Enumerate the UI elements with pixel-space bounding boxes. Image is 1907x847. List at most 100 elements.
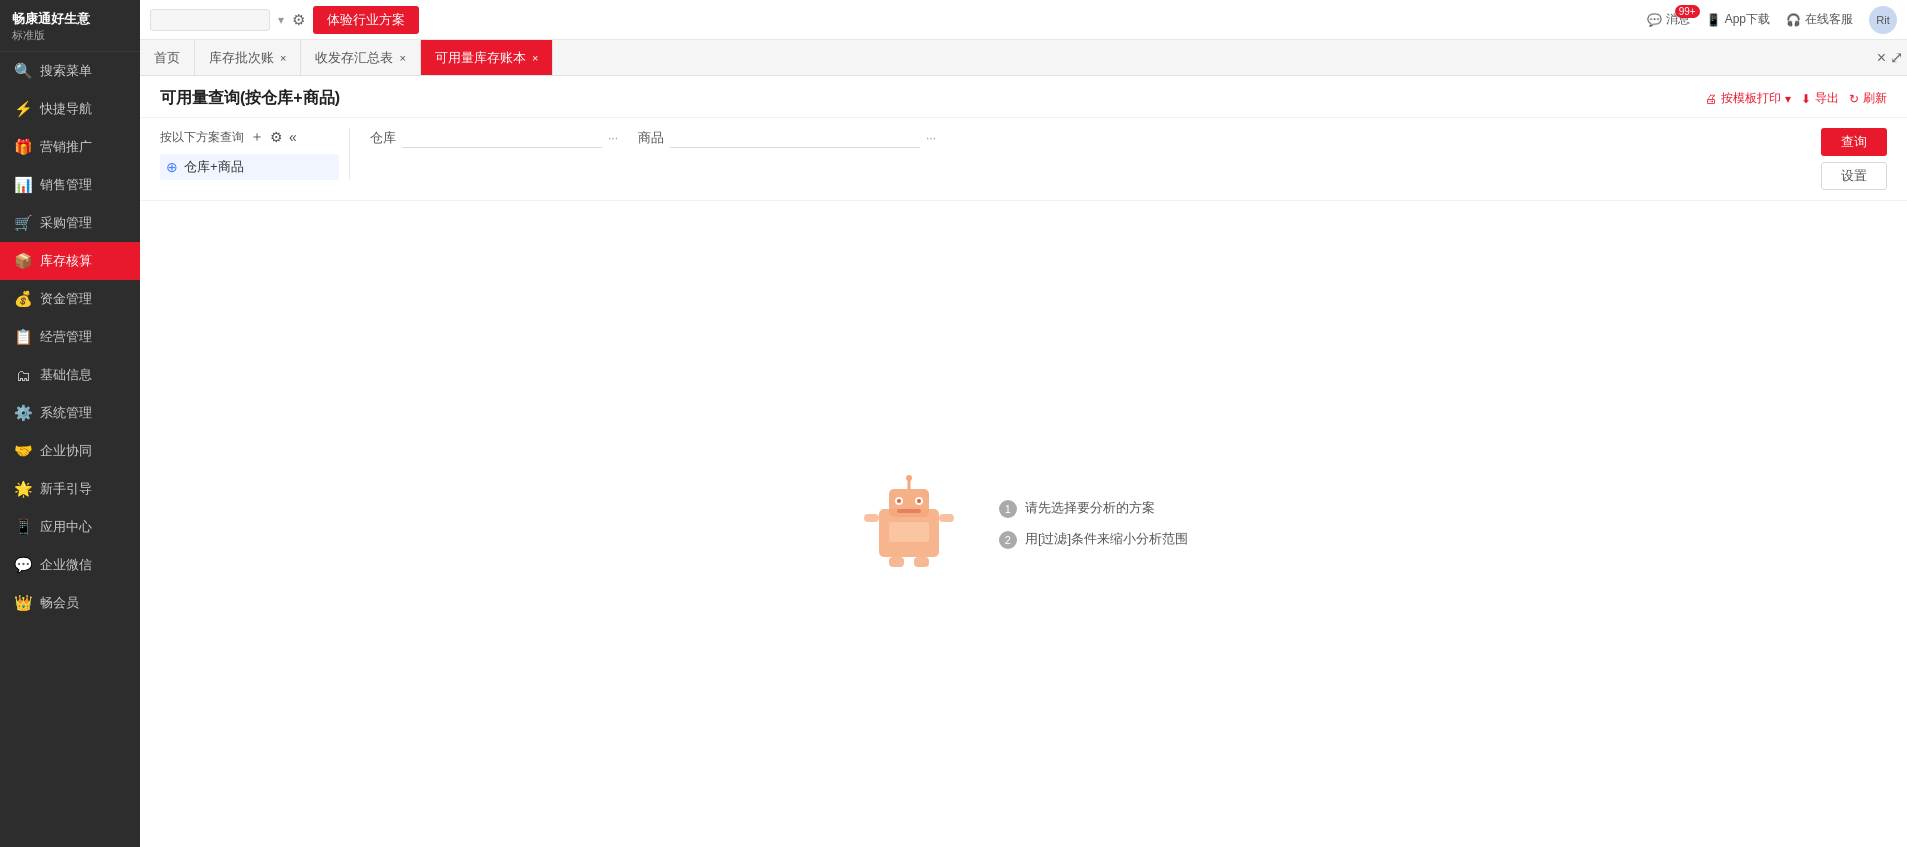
sidebar-item-search[interactable]: 🔍搜索菜单 (0, 52, 140, 90)
sidebar-label-appcenter: 应用中心 (40, 518, 92, 536)
warehouse-field: 仓库 ··· (370, 128, 618, 148)
user-avatar-area[interactable]: Rit (1869, 6, 1897, 34)
tabbar-actions: × ⤢ (1877, 40, 1907, 75)
print-chevron-icon: ▾ (1785, 92, 1791, 106)
sidebar-label-wechat: 企业微信 (40, 556, 92, 574)
tab-available-close[interactable]: × (532, 52, 538, 64)
filter-settings-btn[interactable]: 设置 (1821, 162, 1887, 190)
sidebar-item-newbie[interactable]: 🌟新手引导 (0, 470, 140, 508)
collapse-scheme-icon[interactable]: « (289, 129, 297, 145)
sidebar-icon-inventory: 📦 (14, 252, 32, 270)
topbar-chevron-icon[interactable]: ▾ (278, 13, 284, 27)
product-label: 商品 (638, 129, 664, 147)
sidebar-icon-quicknav: ⚡ (14, 100, 32, 118)
avatar: Rit (1869, 6, 1897, 34)
sidebar-item-marketing[interactable]: 🎁 营销推广 (0, 128, 140, 166)
tip-num-2: 2 (999, 531, 1017, 549)
sidebar-label-enterprise: 企业协同 (40, 442, 92, 460)
sidebar-item-wechat[interactable]: 💬企业微信 (0, 546, 140, 584)
message-badge: 99+ (1675, 5, 1700, 18)
sidebar-label-search: 搜索菜单 (40, 62, 92, 80)
scheme-header-label: 按以下方案查询 (160, 129, 244, 146)
warehouse-input[interactable] (402, 128, 602, 148)
sidebar-item-inventory[interactable]: 📦库存核算 (0, 242, 140, 280)
svg-rect-6 (897, 509, 921, 513)
sidebar-item-finance[interactable]: 💰资金管理 (0, 280, 140, 318)
refresh-btn[interactable]: ↻ 刷新 (1849, 90, 1887, 107)
online-service-label: 在线客服 (1805, 11, 1853, 28)
query-btn[interactable]: 查询 (1821, 128, 1887, 156)
svg-rect-7 (889, 522, 929, 542)
online-service[interactable]: 🎧 在线客服 (1786, 11, 1853, 28)
page-header: 可用量查询(按仓库+商品) 🖨 按模板打印 ▾ ⬇ 导出 ↻ 刷新 (140, 76, 1907, 118)
sidebar-item-member[interactable]: 👑 畅会员 (0, 584, 140, 622)
page-header-actions: 🖨 按模板打印 ▾ ⬇ 导出 ↻ 刷新 (1705, 90, 1887, 107)
phone-icon: 📱 (1706, 13, 1721, 27)
search-input[interactable] (159, 13, 239, 27)
print-btn[interactable]: 🖨 按模板打印 ▾ (1705, 90, 1791, 107)
tab-batch[interactable]: 库存批次账 × (195, 40, 301, 75)
sidebar-label-marketing: 营销推广 (40, 138, 92, 156)
warehouse-more-btn[interactable]: ··· (608, 131, 618, 145)
message-area[interactable]: 💬 消息 99+ (1647, 11, 1690, 28)
topbar: ▾ ⚙ 体验行业方案 💬 消息 99+ 📱 App下载 🎧 在线客服 Rit (140, 0, 1907, 40)
svg-point-9 (906, 475, 912, 481)
tip-text-1: 请先选择要分析的方案 (1025, 499, 1155, 517)
sidebar-item-basic[interactable]: 🗂基础信息 (0, 356, 140, 394)
topbar-search-box[interactable] (150, 9, 270, 31)
tab-home[interactable]: 首页 (140, 40, 195, 75)
sidebar-item-enterprise[interactable]: 🤝企业协同 (0, 432, 140, 470)
export-label: 导出 (1815, 90, 1839, 107)
sidebar-item-appcenter[interactable]: 📱 应用中心 (0, 508, 140, 546)
topbar-gear-icon[interactable]: ⚙ (292, 11, 305, 29)
sidebar-icon-marketing: 🎁 (14, 138, 32, 156)
sidebar-icon-member: 👑 (14, 594, 32, 612)
add-scheme-icon[interactable]: ＋ (250, 128, 264, 146)
sidebar-icon-finance: 💰 (14, 290, 32, 308)
sidebar-label-member: 畅会员 (40, 594, 79, 612)
sidebar-icon-appcenter: 📱 (14, 518, 32, 536)
industry-btn[interactable]: 体验行业方案 (313, 6, 419, 34)
tab-bar: 首页 库存批次账 × 收发存汇总表 × 可用量库存账本 × × ⤢ (140, 40, 1907, 76)
sidebar-label-quicknav: 快捷导航 (40, 100, 92, 118)
product-more-btn[interactable]: ··· (926, 131, 936, 145)
settings-scheme-icon[interactable]: ⚙ (270, 129, 283, 145)
tab-summary[interactable]: 收发存汇总表 × (301, 40, 420, 75)
sidebar-item-sales[interactable]: 📊销售管理 (0, 166, 140, 204)
svg-rect-11 (939, 514, 954, 522)
sidebar-icon-system: ⚙️ (14, 404, 32, 422)
tip-num-1: 1 (999, 500, 1017, 518)
tab-summary-close[interactable]: × (399, 52, 405, 64)
svg-rect-12 (889, 557, 904, 567)
sidebar-label-sales: 销售管理 (40, 176, 92, 194)
sidebar-item-operation[interactable]: 📋经营管理 (0, 318, 140, 356)
warehouse-label: 仓库 (370, 129, 396, 147)
expand-tab-button[interactable]: ⤢ (1890, 48, 1903, 67)
query-buttons: 查询 设置 (1811, 128, 1887, 190)
refresh-label: 刷新 (1863, 90, 1887, 107)
scheme-item-warehouse-product[interactable]: ⊕ 仓库+商品 (160, 154, 339, 180)
export-btn[interactable]: ⬇ 导出 (1801, 90, 1839, 107)
export-icon: ⬇ (1801, 92, 1811, 106)
sidebar-item-system[interactable]: ⚙️系统管理 (0, 394, 140, 432)
close-tab-button[interactable]: × (1877, 49, 1886, 67)
sidebar-item-quicknav[interactable]: ⚡ 快捷导航 (0, 90, 140, 128)
svg-rect-10 (864, 514, 879, 522)
empty-tip-2: 2 用[过滤]条件来缩小分析范围 (999, 530, 1188, 549)
sidebar-label-newbie: 新手引导 (40, 480, 92, 498)
sidebar-logo: 畅康通好生意 标准版 (0, 0, 140, 52)
sidebar-label-basic: 基础信息 (40, 366, 92, 384)
tip-text-2: 用[过滤]条件来缩小分析范围 (1025, 530, 1188, 548)
sidebar-item-purchase[interactable]: 🛒采购管理 (0, 204, 140, 242)
product-field: 商品 ··· (638, 128, 936, 148)
message-icon: 💬 (1647, 13, 1662, 27)
product-input[interactable] (670, 128, 920, 148)
app-download[interactable]: 📱 App下载 (1706, 11, 1770, 28)
scheme-panel-header: 按以下方案查询 ＋ ⚙ « (160, 128, 339, 146)
tab-available[interactable]: 可用量库存账本 × (421, 40, 553, 75)
empty-tip-1: 1 请先选择要分析的方案 (999, 499, 1188, 518)
sidebar-icon-purchase: 🛒 (14, 214, 32, 232)
page-title: 可用量查询(按仓库+商品) (160, 88, 340, 109)
tab-batch-close[interactable]: × (280, 52, 286, 64)
refresh-icon: ↻ (1849, 92, 1859, 106)
